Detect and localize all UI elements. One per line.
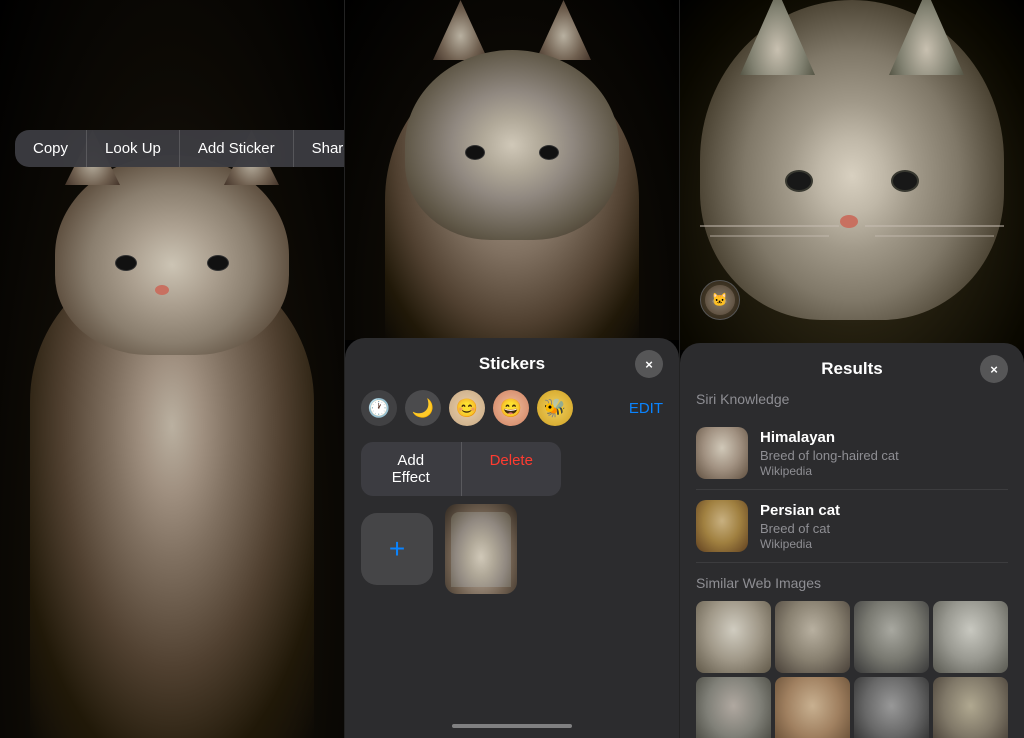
results-title: Results — [821, 359, 882, 379]
right-panel: 🐱 Results × Siri Knowledge Himalayan Bre… — [680, 0, 1024, 738]
add-effect-button[interactable]: Add Effect — [361, 442, 462, 496]
add-sticker-button[interactable]: + — [361, 513, 433, 585]
himalayan-info: Himalayan Breed of long-haired cat Wikip… — [760, 429, 1008, 478]
stickers-title: Stickers — [479, 354, 545, 374]
left-panel: Copy Look Up Add Sticker Share... — [0, 0, 344, 738]
context-menu: Copy Look Up Add Sticker Share... — [15, 130, 344, 167]
web-image-4[interactable] — [933, 601, 1008, 673]
persian-source: Wikipedia — [760, 537, 1008, 551]
avatar: 🐱 — [700, 280, 740, 320]
web-image-2[interactable] — [775, 601, 850, 673]
persian-name: Persian cat — [760, 502, 1008, 519]
knowledge-item-persian[interactable]: Persian cat Breed of cat Wikipedia — [696, 490, 1008, 563]
results-header: Results × — [696, 359, 1008, 379]
sticker-tab-recent[interactable]: 🕐 — [361, 390, 397, 426]
sticker-context-menu: Add Effect Delete — [361, 442, 561, 496]
stickers-header: Stickers × — [361, 354, 663, 374]
similar-web-images-label: Similar Web Images — [696, 575, 1008, 591]
stickers-grid: + — [361, 504, 663, 594]
himalayan-name: Himalayan — [760, 429, 1008, 446]
left-cat-background: Copy Look Up Add Sticker Share... — [0, 0, 344, 738]
sticker-tab-bee[interactable]: 🐝 — [537, 390, 573, 426]
web-images-row2 — [696, 677, 1008, 738]
siri-knowledge-label: Siri Knowledge — [696, 391, 1008, 407]
web-images-row1 — [696, 601, 1008, 673]
sticker-tab-face1[interactable]: 😊 — [449, 390, 485, 426]
persian-description: Breed of cat — [760, 521, 1008, 536]
middle-cat-background — [345, 0, 679, 340]
stickers-panel: Stickers × 🕐 🌙 😊 😄 🐝 EDIT Add Effect Del… — [345, 338, 679, 738]
web-image-5[interactable] — [696, 677, 771, 738]
context-menu-share[interactable]: Share... — [294, 130, 344, 167]
similar-web-images-section: Similar Web Images — [696, 575, 1008, 738]
web-image-8[interactable] — [933, 677, 1008, 738]
himalayan-source: Wikipedia — [760, 464, 1008, 478]
sticker-item-cat[interactable] — [445, 504, 517, 594]
stickers-close-button[interactable]: × — [635, 350, 663, 378]
cat-sticker-image — [451, 512, 511, 587]
edit-button[interactable]: EDIT — [629, 400, 663, 417]
context-menu-lookup[interactable]: Look Up — [87, 130, 180, 167]
context-menu-add-sticker[interactable]: Add Sticker — [180, 130, 294, 167]
web-image-7[interactable] — [854, 677, 929, 738]
bottom-indicator — [452, 724, 572, 728]
himalayan-description: Breed of long-haired cat — [760, 448, 1008, 463]
sticker-tab-face2[interactable]: 😄 — [493, 390, 529, 426]
web-image-3[interactable] — [854, 601, 929, 673]
delete-sticker-button[interactable]: Delete — [462, 442, 562, 496]
persian-info: Persian cat Breed of cat Wikipedia — [760, 502, 1008, 551]
web-image-6[interactable] — [775, 677, 850, 738]
web-image-1[interactable] — [696, 601, 771, 673]
results-panel: Results × Siri Knowledge Himalayan Breed… — [680, 343, 1024, 738]
plus-icon: + — [389, 533, 405, 565]
right-cat-background: 🐱 — [680, 0, 1024, 350]
persian-thumbnail — [696, 500, 748, 552]
context-menu-copy[interactable]: Copy — [15, 130, 87, 167]
middle-panel: Stickers × 🕐 🌙 😊 😄 🐝 EDIT Add Effect Del… — [344, 0, 680, 738]
himalayan-thumbnail — [696, 427, 748, 479]
results-close-button[interactable]: × — [980, 355, 1008, 383]
stickers-tabs: 🕐 🌙 😊 😄 🐝 EDIT — [361, 390, 663, 426]
sticker-tab-moon[interactable]: 🌙 — [405, 390, 441, 426]
knowledge-item-himalayan[interactable]: Himalayan Breed of long-haired cat Wikip… — [696, 417, 1008, 490]
